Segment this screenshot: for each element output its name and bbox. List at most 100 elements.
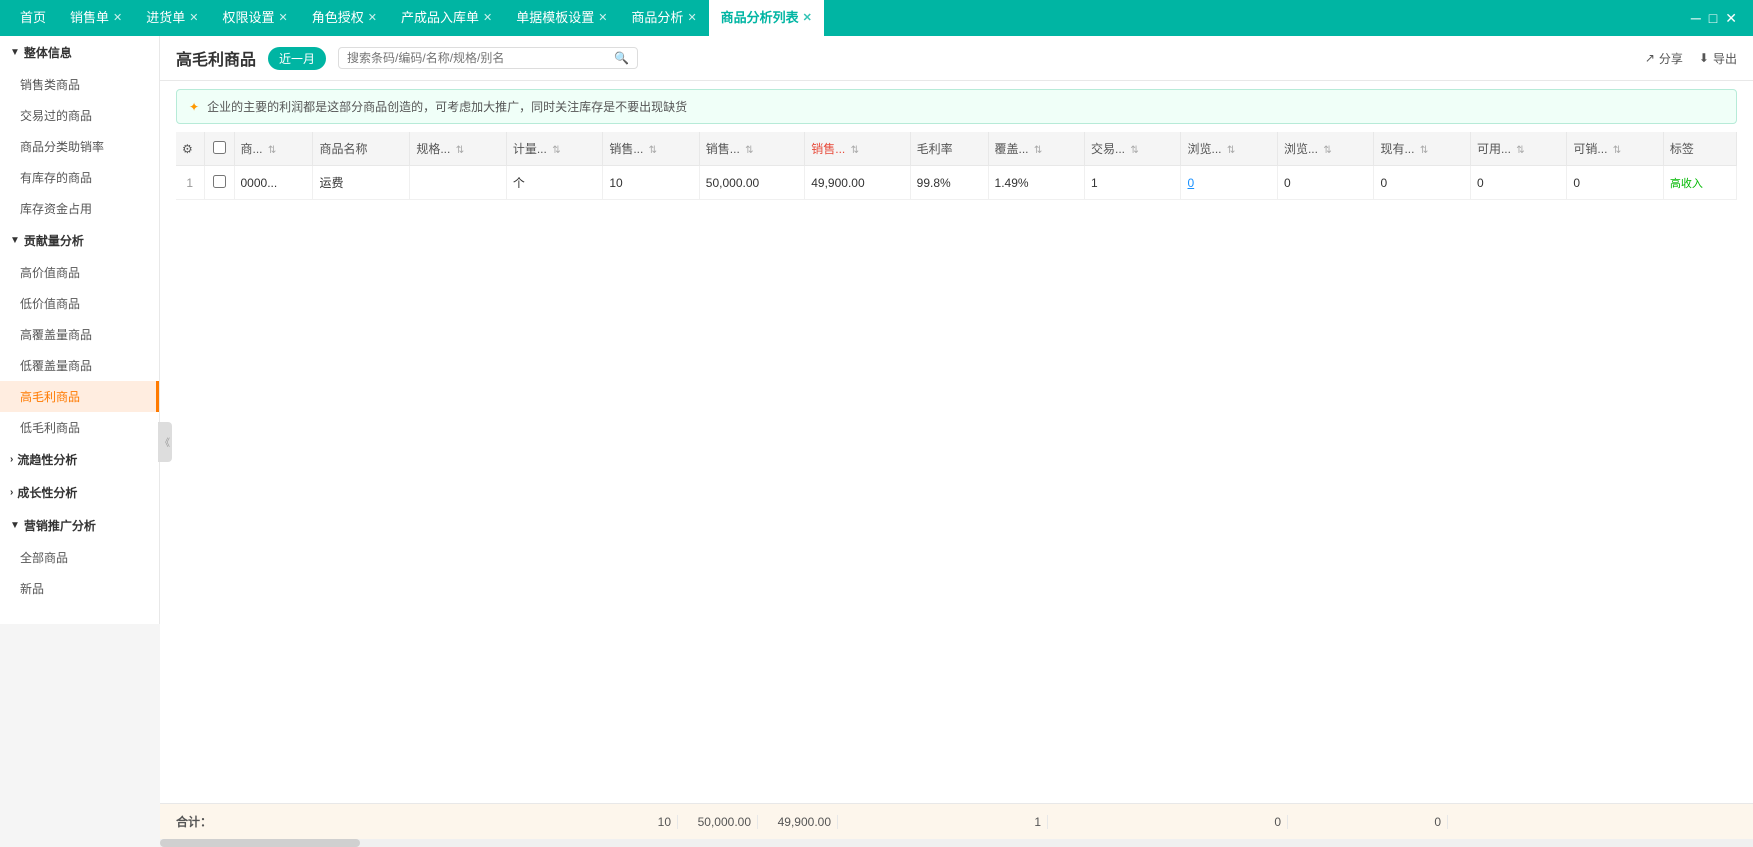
col-stock-current: 现有... ⇅ (1374, 132, 1470, 166)
col-sale-qty: 销售... ⇅ (603, 132, 699, 166)
row-view1[interactable]: 0 (1181, 166, 1277, 200)
sidebar-item-category-rate[interactable]: 商品分类助销率 (0, 131, 159, 162)
nav-sales-close[interactable]: ✕ (113, 0, 122, 36)
notice-bar: ✦ 企业的主要的利润都是这部分商品创造的，可考虑加大推广，同时关注库存是不要出现… (176, 89, 1737, 124)
data-table: ⚙ 商... ⇅ 商品名称 规格... (176, 132, 1737, 200)
col-sale-cost: 销售... ⇅ (805, 132, 910, 166)
nav-purchase-close[interactable]: ✕ (189, 0, 198, 36)
sidebar-wrapper: ▼ 整体信息 销售类商品 交易过的商品 商品分类助销率 有库存的商品 库存资金占… (0, 36, 160, 847)
nav-analysis-list-close[interactable]: ✕ (803, 0, 812, 36)
row-tag: 高收入 (1663, 166, 1736, 200)
footer-sale-amount: 50,000.00 (678, 815, 758, 829)
sidebar-item-stock-goods[interactable]: 有库存的商品 (0, 162, 159, 193)
scrollbar-area[interactable] (160, 839, 1753, 847)
share-icon: ↗ (1645, 51, 1655, 65)
table-wrapper[interactable]: ⚙ 商... ⇅ 商品名称 规格... (160, 132, 1753, 803)
col-view2: 浏览... ⇅ (1277, 132, 1373, 166)
col-coverage: 覆盖... ⇅ (988, 132, 1084, 166)
sort-sale-cost[interactable]: ⇅ (851, 145, 859, 156)
close-icon[interactable]: ✕ (1725, 10, 1737, 27)
row-gross-rate: 99.8% (910, 166, 988, 200)
col-settings[interactable]: ⚙ (176, 132, 204, 166)
sort-view2[interactable]: ⇅ (1323, 145, 1331, 156)
content-title: 高毛利商品 (176, 46, 256, 70)
row-view2: 0 (1277, 166, 1373, 200)
window-controls: ─ □ ✕ (1683, 10, 1745, 27)
main-layout: ▼ 整体信息 销售类商品 交易过的商品 商品分类助销率 有库存的商品 库存资金占… (0, 36, 1753, 847)
sort-coverage[interactable]: ⇅ (1034, 145, 1042, 156)
sort-sale-amount[interactable]: ⇅ (745, 145, 753, 156)
sidebar-item-high-margin[interactable]: 高毛利商品 (0, 381, 159, 412)
sidebar-item-low-value[interactable]: 低价值商品 (0, 288, 159, 319)
nav-analysis-list[interactable]: 商品分析列表 ✕ (709, 0, 824, 36)
sort-stock-current[interactable]: ⇅ (1420, 145, 1428, 156)
nav-roles-close[interactable]: ✕ (368, 0, 377, 36)
nav-analysis[interactable]: 商品分析 ✕ (619, 0, 708, 36)
col-stock-sale: 可销... ⇅ (1567, 132, 1663, 166)
col-stock-avail: 可用... ⇅ (1470, 132, 1566, 166)
col-tag: 标签 (1663, 132, 1736, 166)
select-all-checkbox[interactable] (213, 141, 226, 154)
footer-stock-sale: 0 (1368, 815, 1448, 829)
nav-roles[interactable]: 角色授权 ✕ (300, 0, 389, 36)
col-code: 商... ⇅ (234, 132, 313, 166)
sort-sale-qty[interactable]: ⇅ (649, 145, 657, 156)
nav-permissions[interactable]: 权限设置 ✕ (210, 0, 299, 36)
col-view1: 浏览... ⇅ (1181, 132, 1277, 166)
row-trade: 1 (1085, 166, 1181, 200)
sort-view1[interactable]: ⇅ (1227, 145, 1235, 156)
nav-analysis-close[interactable]: ✕ (687, 0, 696, 36)
sidebar-item-stock-fund[interactable]: 库存资金占用 (0, 193, 159, 224)
filter-recent-month[interactable]: 近一月 (268, 47, 326, 70)
maximize-icon[interactable]: □ (1709, 10, 1717, 27)
search-input[interactable] (347, 51, 610, 65)
sidebar-section-trend[interactable]: › 流趋性分析 (0, 443, 159, 476)
sort-code[interactable]: ⇅ (268, 145, 276, 156)
sidebar-item-low-margin[interactable]: 低毛利商品 (0, 412, 159, 443)
row-name: 运费 (313, 166, 410, 200)
settings-icon[interactable]: ⚙ (182, 142, 193, 156)
sidebar-item-low-coverage[interactable]: 低覆盖量商品 (0, 350, 159, 381)
section-arrow-marketing: ▼ (10, 520, 20, 531)
sidebar-item-high-coverage[interactable]: 高覆盖量商品 (0, 319, 159, 350)
col-unit: 计量... ⇅ (506, 132, 602, 166)
sidebar-collapse-btn[interactable]: 《 (158, 422, 172, 462)
nav-permissions-close[interactable]: ✕ (279, 0, 288, 36)
sidebar-section-contribution[interactable]: ▼ 贡献量分析 (0, 224, 159, 257)
nav-warehouse[interactable]: 产成品入库单 ✕ (389, 0, 504, 36)
share-button[interactable]: ↗ 分享 (1645, 50, 1683, 67)
notice-icon: ✦ (189, 100, 199, 114)
nav-home[interactable]: 首页 (8, 0, 58, 36)
section-arrow-trend: › (10, 454, 13, 465)
minimize-icon[interactable]: ─ (1691, 10, 1701, 27)
sidebar-section-marketing[interactable]: ▼ 营销推广分析 (0, 509, 159, 542)
row-num: 1 (176, 166, 204, 200)
row-stock-sale: 0 (1567, 166, 1663, 200)
sidebar-item-new-goods[interactable]: 新品 (0, 573, 159, 604)
col-gross-rate: 毛利率 (910, 132, 988, 166)
sidebar-item-high-value[interactable]: 高价值商品 (0, 257, 159, 288)
section-arrow-overview: ▼ (10, 47, 20, 58)
nav-warehouse-close[interactable]: ✕ (483, 0, 492, 36)
sidebar-section-overview[interactable]: ▼ 整体信息 (0, 36, 159, 69)
sidebar-item-all-goods[interactable]: 全部商品 (0, 542, 159, 573)
export-button[interactable]: ⬇ 导出 (1699, 50, 1737, 67)
search-icon[interactable]: 🔍 (614, 51, 629, 65)
sidebar-item-traded-goods[interactable]: 交易过的商品 (0, 100, 159, 131)
nav-template-close[interactable]: ✕ (598, 0, 607, 36)
nav-sales[interactable]: 销售单 ✕ (58, 0, 134, 36)
sort-unit[interactable]: ⇅ (552, 145, 560, 156)
sort-stock-sale[interactable]: ⇅ (1613, 145, 1621, 156)
row-checkbox[interactable] (204, 166, 234, 200)
notice-text: 企业的主要的利润都是这部分商品创造的，可考虑加大推广，同时关注库存是不要出现缺货 (207, 98, 687, 115)
table-header-row: ⚙ 商... ⇅ 商品名称 规格... (176, 132, 1737, 166)
export-icon: ⬇ (1699, 51, 1709, 65)
sort-stock-avail[interactable]: ⇅ (1516, 145, 1524, 156)
nav-purchase[interactable]: 进货单 ✕ (134, 0, 210, 36)
search-box: 🔍 (338, 47, 638, 69)
sort-spec[interactable]: ⇅ (456, 145, 464, 156)
sidebar-section-growth[interactable]: › 成长性分析 (0, 476, 159, 509)
sidebar-item-sales-goods[interactable]: 销售类商品 (0, 69, 159, 100)
sort-trade[interactable]: ⇅ (1130, 145, 1138, 156)
nav-template[interactable]: 单据模板设置 ✕ (504, 0, 619, 36)
